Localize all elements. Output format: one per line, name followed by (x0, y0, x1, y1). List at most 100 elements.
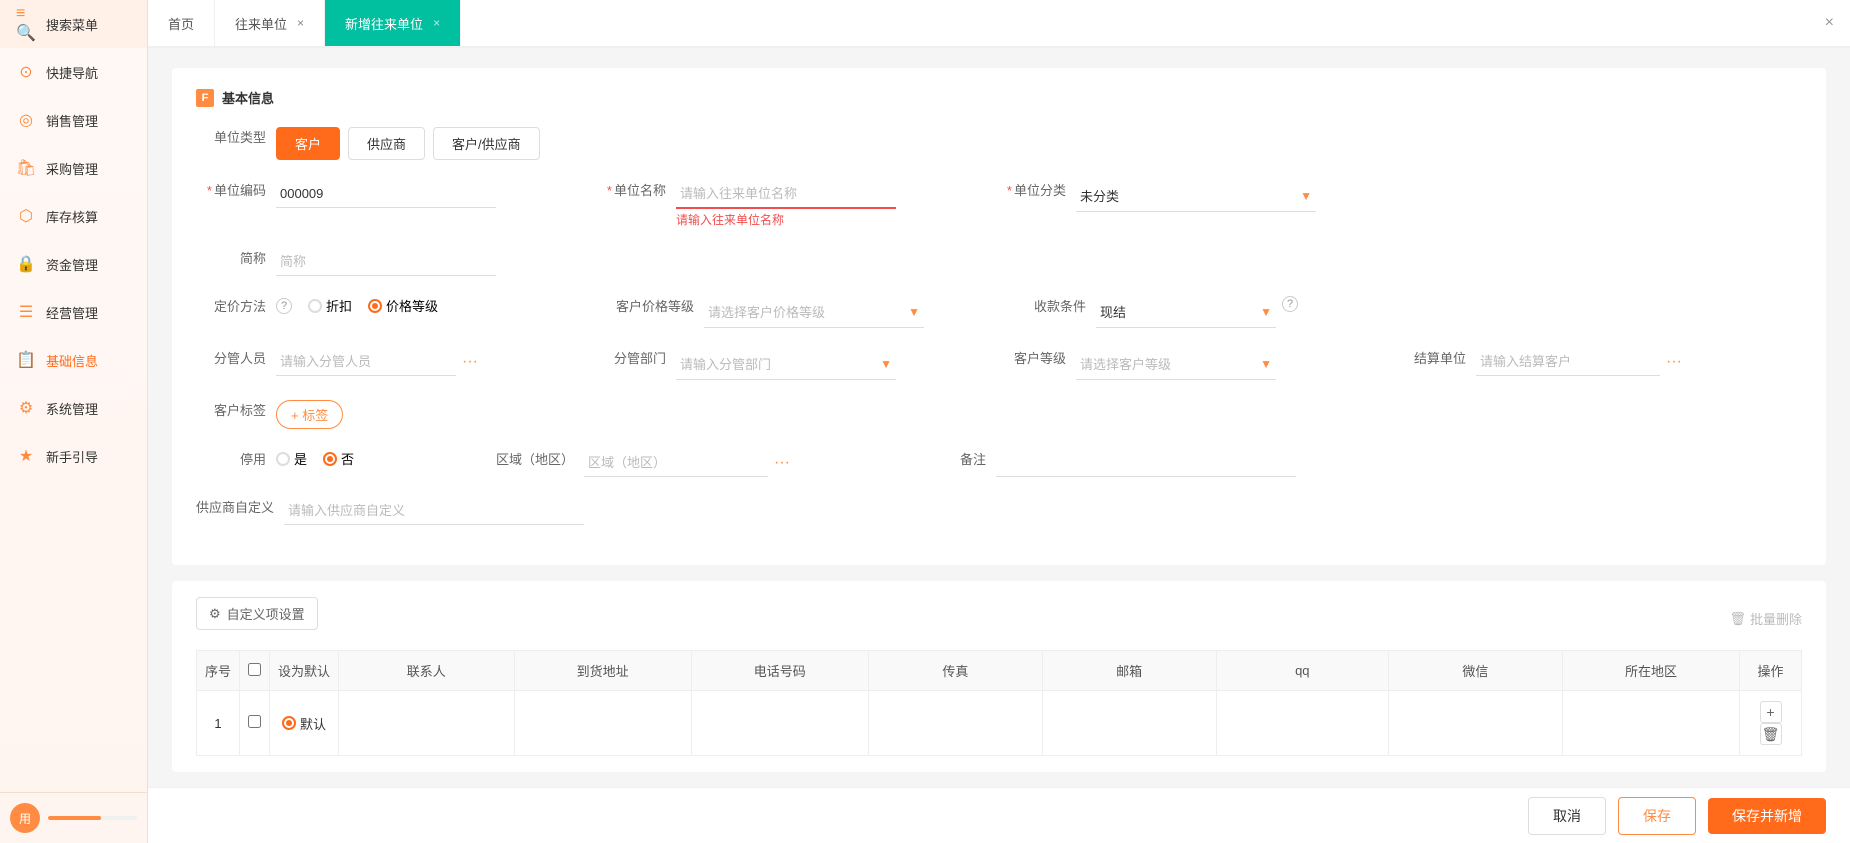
pricing-radio-discount[interactable]: 折扣 (308, 296, 352, 315)
name-input[interactable] (676, 180, 896, 209)
sidebar-item-system[interactable]: ⚙ 系统管理 (0, 384, 147, 432)
region-dots-btn[interactable]: ··· (768, 454, 796, 472)
manager-row: 分管人员 ··· 分管部门 请输入分管部门 ▼ (196, 348, 1802, 380)
sidebar-item-info[interactable]: 📋 基础信息 (0, 336, 147, 384)
name-label: 单位名称 (596, 180, 676, 199)
tab-home[interactable]: 首页 (148, 0, 215, 46)
row-region-input[interactable] (1579, 716, 1723, 731)
supplier-custom-input[interactable] (284, 497, 584, 525)
save-button[interactable]: 保存 (1618, 797, 1696, 835)
customer-level-select[interactable]: 请选择客户等级 ▼ (1076, 348, 1276, 380)
unit-type-group: 客户 供应商 客户/供应商 (276, 127, 540, 160)
region-input[interactable] (584, 449, 768, 477)
sidebar-item-purchase[interactable]: 🛍 采购管理 (0, 144, 147, 192)
save-and-new-button[interactable]: 保存并新增 (1708, 798, 1826, 834)
row-contact-input[interactable] (355, 716, 498, 731)
col-wechat: 微信 (1389, 651, 1563, 691)
row-email-input[interactable] (1059, 716, 1200, 731)
tab-new-contact[interactable]: 新增往来单位 × (325, 0, 461, 46)
sidebar-item-guide[interactable]: ★ 新手引导 (0, 432, 147, 480)
row-add-button[interactable]: + (1760, 701, 1782, 723)
code-input[interactable] (276, 180, 496, 208)
payment-field: 收款条件 现结 ▼ ? (1016, 296, 1802, 328)
pricing-radio-price-level[interactable]: 价格等级 (368, 296, 438, 315)
tab-contacts[interactable]: 往来单位 × (215, 0, 325, 46)
remark-input[interactable] (996, 449, 1296, 477)
row-fax-input[interactable] (885, 716, 1026, 731)
section-title: F 基本信息 (196, 88, 1802, 107)
supplier-custom-field: 供应商自定义 (196, 497, 1802, 525)
customer-price-select[interactable]: 请选择客户价格等级 ▼ (704, 296, 924, 328)
batch-delete-button[interactable]: 🗑 批量删除 (1729, 609, 1802, 628)
manager-dots-btn[interactable]: ··· (456, 353, 484, 371)
sidebar-bottom-bar (48, 816, 137, 820)
sidebar-item-inventory[interactable]: ⬡ 库存核算 (0, 192, 147, 240)
name-field-inner: 请输入往来单位名称 (676, 180, 956, 228)
manager-input[interactable] (276, 348, 456, 376)
row-checkbox-input[interactable] (248, 715, 261, 728)
col-phone: 电话号码 (691, 651, 868, 691)
row-qq-input[interactable] (1232, 716, 1372, 731)
code-label: 单位编码 (196, 180, 276, 199)
customer-level-field: 客户等级 请选择客户等级 ▼ (996, 348, 1356, 380)
payment-select[interactable]: 现结 ▼ (1096, 296, 1276, 328)
sidebar-item-fund[interactable]: 🔒 资金管理 (0, 240, 147, 288)
sidebar-bottom: 用 (0, 792, 147, 843)
unit-btn-both[interactable]: 客户/供应商 (433, 127, 540, 160)
row-qq[interactable] (1216, 691, 1388, 756)
pricing-help-icon[interactable]: ? (276, 298, 292, 314)
select-all-checkbox[interactable] (248, 663, 261, 676)
field-group-4: 停用 是 否 (196, 449, 1802, 477)
disabled-no-circle (323, 452, 337, 466)
row-address-input[interactable] (531, 716, 675, 731)
disabled-yes[interactable]: 是 (276, 449, 307, 468)
row-default-radio[interactable]: 默认 (278, 714, 330, 733)
row-email[interactable] (1042, 691, 1216, 756)
custom-settings-button[interactable]: ⚙ 自定义项设置 (196, 597, 318, 630)
purchase-icon: 🛍 (16, 158, 36, 178)
row-wechat-input[interactable] (1405, 716, 1546, 731)
row-contact[interactable] (339, 691, 515, 756)
region-input-row: ··· (584, 449, 796, 477)
short-name-input[interactable] (276, 248, 496, 276)
window-close-button[interactable]: × (1809, 0, 1850, 46)
sidebar-item-nav[interactable]: ⊙ 快捷导航 (0, 48, 147, 96)
manager-field: 分管人员 ··· (196, 348, 556, 376)
pricing-label: 定价方法 (196, 296, 276, 315)
sidebar-item-sales[interactable]: ◎ 销售管理 (0, 96, 147, 144)
unit-btn-supplier[interactable]: 供应商 (348, 127, 425, 160)
short-name-label: 简称 (196, 248, 276, 267)
customer-level-label: 客户等级 (996, 348, 1076, 367)
col-email: 邮箱 (1042, 651, 1216, 691)
tab-contacts-close[interactable]: × (297, 16, 304, 30)
row-address[interactable] (514, 691, 691, 756)
row-wechat[interactable] (1389, 691, 1563, 756)
radio-pricelevel-circle (368, 299, 382, 313)
field-group-3: 分管人员 ··· 分管部门 请输入分管部门 ▼ (196, 348, 1802, 380)
cancel-button[interactable]: 取消 (1528, 797, 1606, 835)
user-avatar: 用 (10, 803, 40, 833)
row-delete-button[interactable]: 🗑 (1760, 723, 1782, 745)
settlement-input[interactable] (1476, 348, 1660, 376)
customer-price-chevron: ▼ (908, 305, 920, 319)
code-name-category-row: 单位编码 单位名称 请输入往来单位名称 单位分类 (196, 180, 1802, 228)
payment-help-icon[interactable]: ? (1282, 296, 1298, 312)
add-tag-button[interactable]: + 标签 (276, 400, 343, 429)
sidebar-item-management[interactable]: ☰ 经营管理 (0, 288, 147, 336)
row-default: 默认 (270, 691, 339, 756)
category-select[interactable]: 未分类 ▼ (1076, 180, 1316, 212)
row-region[interactable] (1562, 691, 1739, 756)
sidebar-item-search[interactable]: ≡🔍 搜索菜单 (0, 0, 147, 48)
row-checkbox[interactable] (240, 691, 270, 756)
settlement-dots-btn[interactable]: ··· (1660, 353, 1688, 371)
tab-new-contact-close[interactable]: × (433, 16, 440, 30)
row-default-circle (282, 716, 296, 730)
tags-field: 客户标签 + 标签 (196, 400, 1802, 429)
unit-btn-customer[interactable]: 客户 (276, 127, 340, 160)
col-contact: 联系人 (339, 651, 515, 691)
row-fax[interactable] (868, 691, 1042, 756)
row-phone-input[interactable] (708, 716, 852, 731)
row-phone[interactable] (691, 691, 868, 756)
dept-select[interactable]: 请输入分管部门 ▼ (676, 348, 896, 380)
disabled-no[interactable]: 否 (323, 449, 354, 468)
